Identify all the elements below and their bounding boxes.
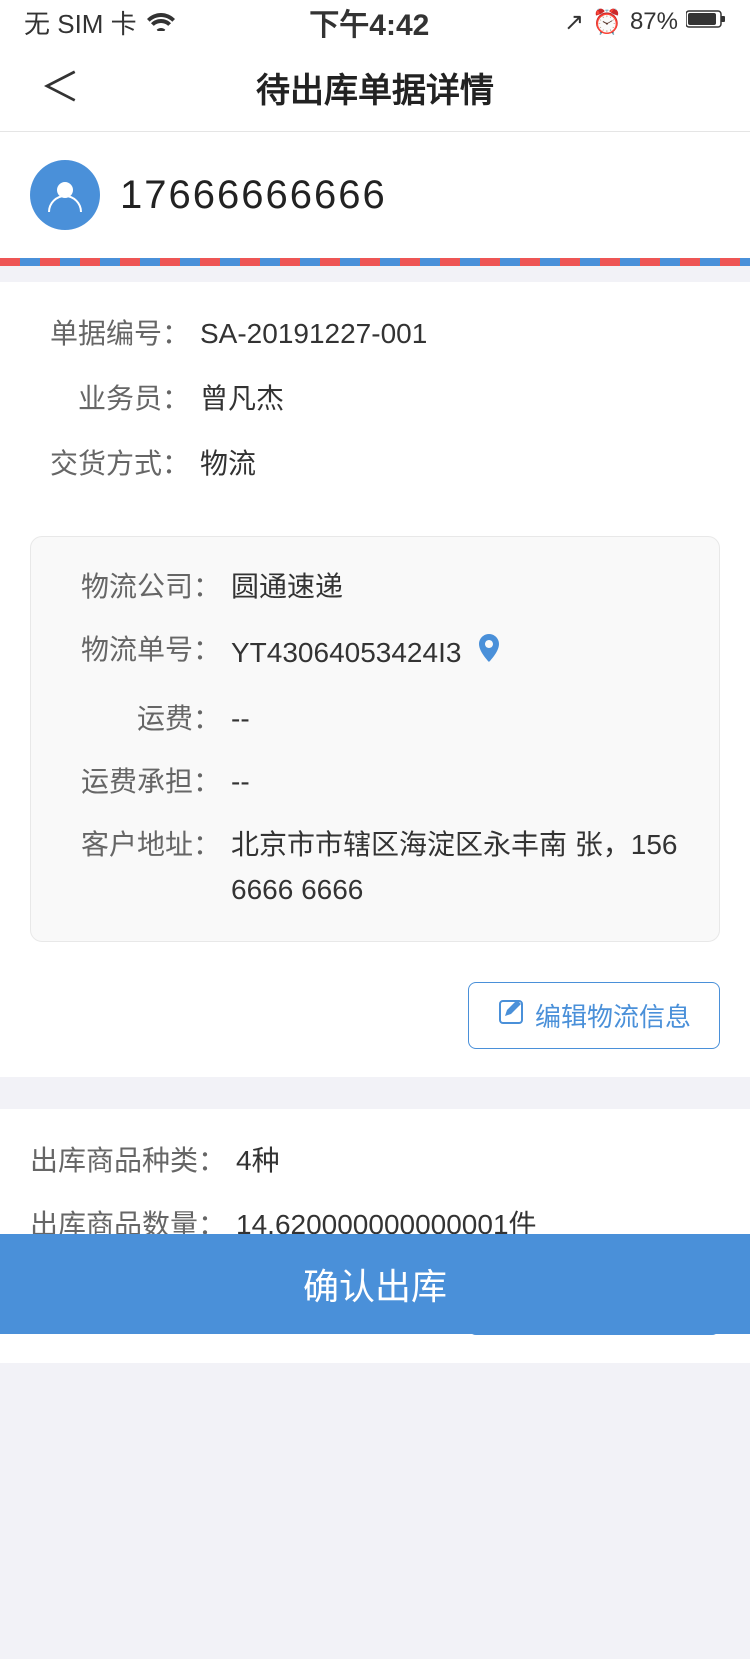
battery-text: 87%	[630, 8, 678, 36]
product-types-label: 出库商品种类：	[30, 1139, 226, 1184]
dashed-divider	[0, 258, 750, 266]
logistics-card: 物流公司： 圆通速递 物流单号： YT43064053424I3 运费： -- …	[30, 536, 720, 941]
avatar	[30, 160, 100, 230]
logistics-tracking-value: YT43064053424I3	[221, 628, 689, 679]
logistics-tracking-row: 物流单号： YT43064053424I3	[61, 628, 689, 679]
product-types-value: 4种	[226, 1139, 720, 1184]
logistics-company-label: 物流公司：	[61, 565, 221, 610]
freight-bearer-row: 运费承担： --	[61, 760, 689, 805]
address-label: 客户地址：	[61, 823, 221, 868]
delivery-label: 交货方式：	[30, 442, 190, 487]
battery-icon	[686, 8, 726, 36]
alarm-icon: ⏰	[592, 8, 622, 37]
document-number-row: 单据编号： SA-20191227-001	[30, 312, 720, 357]
freight-label: 运费：	[61, 697, 221, 742]
bottom-bar: 确认出库	[0, 1234, 750, 1334]
back-button[interactable]: ＜	[30, 68, 90, 108]
location-icon: ↗	[564, 8, 584, 37]
confirm-button[interactable]: 确认出库	[303, 1258, 447, 1310]
edit-icon	[497, 998, 525, 1033]
status-right: ↗ ⏰ 87%	[564, 8, 726, 37]
content-spacer	[0, 1379, 750, 1659]
edit-logistics-section: 编辑物流信息	[0, 962, 750, 1077]
logistics-company-value: 圆通速递	[221, 565, 689, 610]
product-section: 出库商品种类： 4种 出库商品数量： 14.620000000000001件	[0, 1109, 750, 1249]
staff-value: 曾凡杰	[190, 377, 720, 422]
edit-logistics-label: 编辑物流信息	[535, 997, 691, 1034]
document-number-value: SA-20191227-001	[190, 312, 720, 357]
user-phone: 17666666666	[120, 173, 387, 218]
freight-value: --	[221, 697, 689, 742]
edit-logistics-button[interactable]: 编辑物流信息	[468, 982, 720, 1049]
carrier-text: 无 SIM 卡	[24, 4, 137, 41]
document-number-label: 单据编号：	[30, 312, 190, 357]
logistics-company-row: 物流公司： 圆通速递	[61, 565, 689, 610]
product-types-row: 出库商品种类： 4种	[30, 1139, 720, 1184]
freight-bearer-label: 运费承担：	[61, 760, 221, 805]
page-title: 待出库单据详情	[256, 63, 494, 112]
document-info-section: 单据编号： SA-20191227-001 业务员： 曾凡杰 交货方式： 物流	[0, 282, 750, 516]
address-row: 客户地址： 北京市市辖区海淀区永丰南 张，156 6666 6666	[61, 823, 689, 913]
nav-bar: ＜ 待出库单据详情	[0, 44, 750, 132]
staff-row: 业务员： 曾凡杰	[30, 377, 720, 422]
tracking-location-icon[interactable]	[473, 628, 505, 679]
status-time: 下午4:42	[309, 0, 429, 44]
freight-row: 运费： --	[61, 697, 689, 742]
user-row: 17666666666	[0, 132, 750, 258]
delivery-row: 交货方式： 物流	[30, 442, 720, 487]
delivery-value: 物流	[190, 442, 720, 487]
logistics-tracking-label: 物流单号：	[61, 628, 221, 673]
status-left: 无 SIM 卡	[24, 4, 175, 41]
section-divider	[0, 1093, 750, 1109]
wifi-icon	[147, 7, 175, 38]
address-value: 北京市市辖区海淀区永丰南 张，156 6666 6666	[221, 823, 689, 913]
status-bar: 无 SIM 卡 下午4:42 ↗ ⏰ 87%	[0, 0, 750, 44]
staff-label: 业务员：	[30, 377, 190, 422]
freight-bearer-value: --	[221, 760, 689, 805]
